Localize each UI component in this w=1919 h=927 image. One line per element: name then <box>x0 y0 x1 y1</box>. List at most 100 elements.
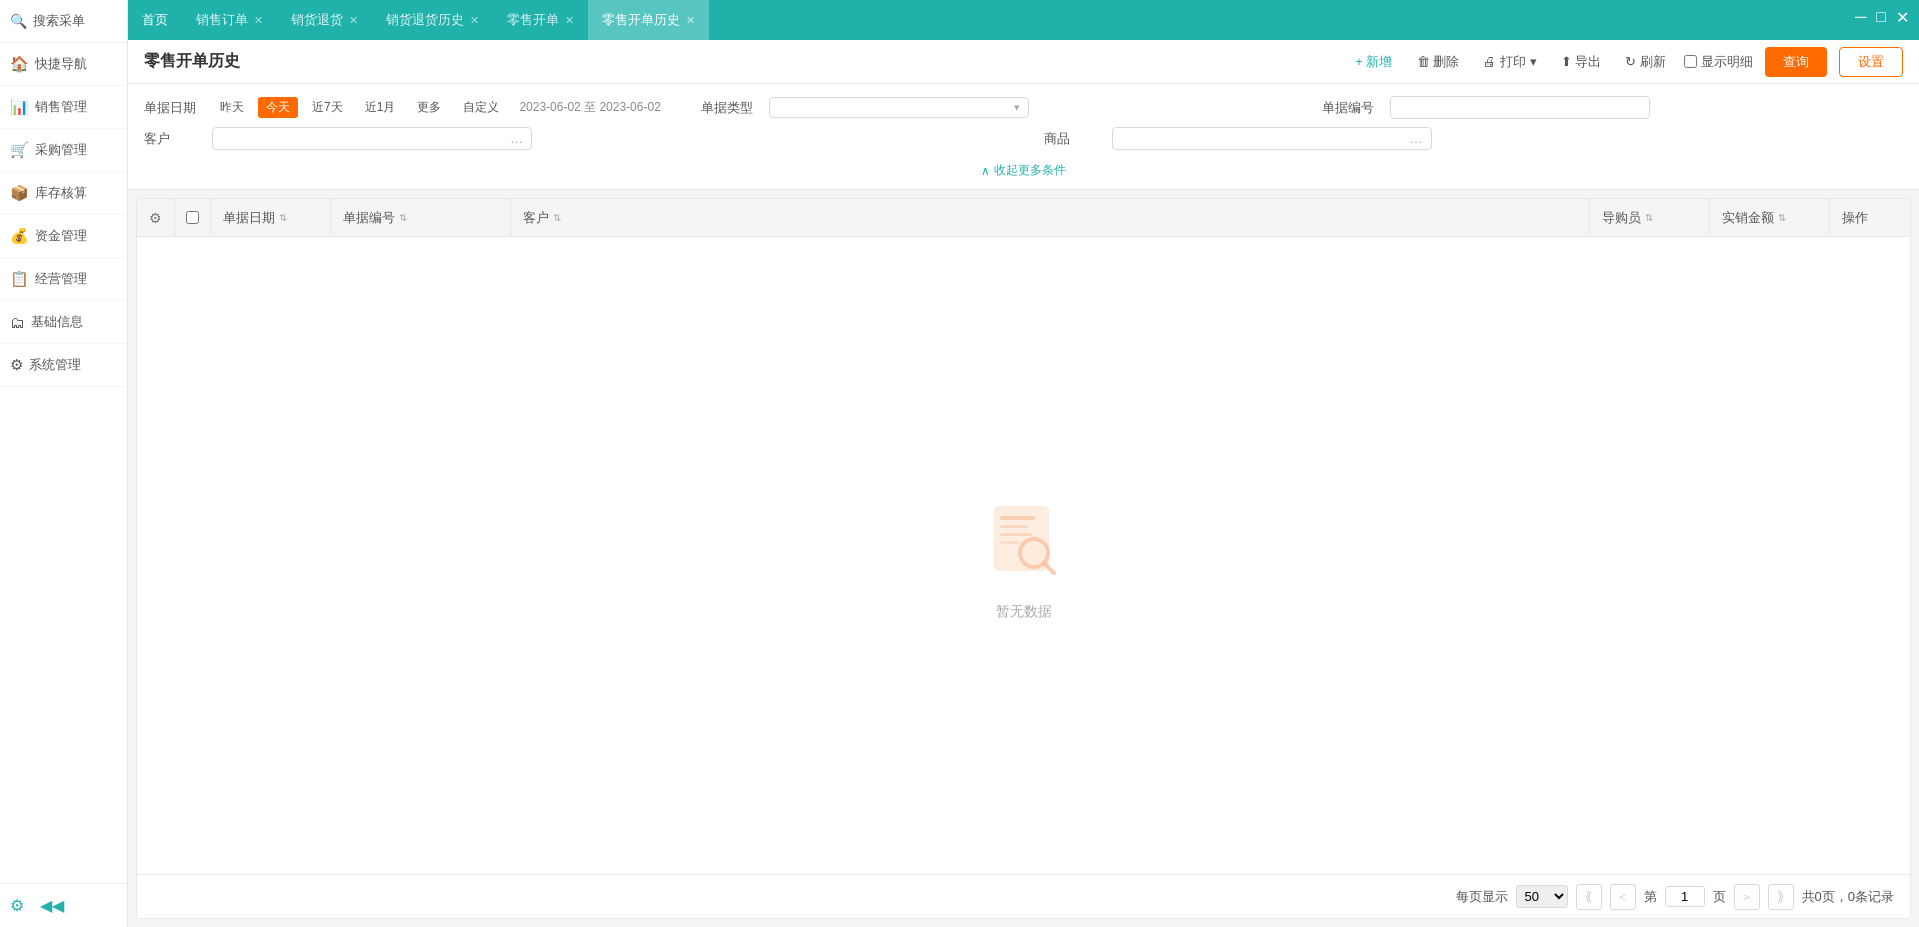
sidebar-bottom: ⚙ ◀◀ <box>0 883 127 927</box>
tab-sales-return[interactable]: 销货退货 ✕ <box>277 0 372 40</box>
collapse-sidebar-icon[interactable]: ◀◀ <box>40 896 64 915</box>
table-select-all[interactable] <box>175 199 211 237</box>
sidebar-item-label: 系统管理 <box>29 356 81 374</box>
date-btn-today[interactable]: 今天 <box>258 97 298 118</box>
svg-rect-1 <box>1000 516 1035 520</box>
add-button[interactable]: + 新增 <box>1349 49 1398 75</box>
goods-filter-ellipsis[interactable]: … <box>1410 131 1423 146</box>
table-header: ⚙ 单据日期 ⇅ 单据编号 ⇅ 客户 ⇅ 导购员 ⇅ 实销金额 <box>137 199 1910 237</box>
col-number[interactable]: 单据编号 ⇅ <box>331 199 511 237</box>
sidebar-search[interactable]: 🔍 搜索采单 <box>0 0 127 43</box>
col-customer-label: 客户 <box>523 209 549 227</box>
database-icon: 🗂 <box>10 314 25 331</box>
date-btn-7days[interactable]: 近7天 <box>304 97 351 118</box>
col-buyer[interactable]: 导购员 ⇅ <box>1590 199 1710 237</box>
col-buyer-sort: ⇅ <box>1645 212 1653 223</box>
goods-filter-input-wrap: … <box>1112 127 1432 150</box>
tab-sales-return-history[interactable]: 销货退货历史 ✕ <box>372 0 493 40</box>
goods-filter-label: 商品 <box>1044 130 1104 148</box>
display-detail-checkbox[interactable] <box>1684 55 1697 68</box>
home-icon: 🏠 <box>10 55 29 73</box>
settings-icon[interactable]: ⚙ <box>10 896 24 915</box>
num-filter-label: 单据编号 <box>1322 99 1382 117</box>
next-page-btn[interactable]: ＞ <box>1734 884 1760 910</box>
num-filter-input[interactable] <box>1399 100 1641 115</box>
sidebar-item-finance[interactable]: 💰 资金管理 <box>0 215 127 258</box>
page-number-input[interactable] <box>1665 886 1705 907</box>
customer-filter-input[interactable] <box>221 131 510 146</box>
sidebar-item-label: 采购管理 <box>35 141 87 159</box>
prev-page-btn[interactable]: ＜ <box>1610 884 1636 910</box>
empty-illustration <box>974 491 1074 591</box>
date-btn-more[interactable]: 更多 <box>409 97 449 118</box>
date-range-text: 2023-06-02 至 2023-06-02 <box>519 99 660 116</box>
sidebar-item-system-mgmt[interactable]: ⚙ 系统管理 <box>0 344 127 387</box>
customer-filter-ellipsis[interactable]: … <box>510 131 523 146</box>
svg-point-6 <box>1024 543 1044 563</box>
tab-retail-history[interactable]: 零售开单历史 ✕ <box>588 0 709 40</box>
type-select[interactable]: ▾ <box>769 97 1029 118</box>
display-detail-toggle[interactable]: 显示明细 <box>1684 53 1753 71</box>
select-all-checkbox[interactable] <box>186 211 199 224</box>
svg-rect-2 <box>1000 525 1028 528</box>
customer-filter-input-wrap: … <box>212 127 532 150</box>
window-min-btn[interactable]: ─ <box>1855 8 1866 27</box>
tab-sales-order[interactable]: 销售订单 ✕ <box>182 0 277 40</box>
last-page-btn[interactable]: ⟫ <box>1768 884 1794 910</box>
col-customer[interactable]: 客户 ⇅ <box>511 199 1590 237</box>
date-btn-yesterday[interactable]: 昨天 <box>212 97 252 118</box>
col-date[interactable]: 单据日期 ⇅ <box>211 199 331 237</box>
query-button[interactable]: 查询 <box>1765 47 1827 77</box>
sidebar-item-sales-mgmt[interactable]: 📊 销售管理 <box>0 86 127 129</box>
col-buyer-label: 导购员 <box>1602 209 1641 227</box>
sidebar-item-quick-nav[interactable]: 🏠 快捷导航 <box>0 43 127 86</box>
settings-button[interactable]: 设置 <box>1839 47 1903 77</box>
print-button[interactable]: 🖨 打印 ▾ <box>1477 49 1543 75</box>
col-amount[interactable]: 实销金额 ⇅ <box>1710 199 1830 237</box>
tab-home[interactable]: 首页 <box>128 0 182 40</box>
date-btn-1month[interactable]: 近1月 <box>357 97 404 118</box>
col-action: 操作 <box>1830 199 1910 237</box>
col-action-label: 操作 <box>1842 209 1868 227</box>
main-area: 首页 销售订单 ✕ 销货退货 ✕ 销货退货历史 ✕ 零售开单 ✕ 零售开单历史 … <box>128 0 1919 927</box>
sidebar: 🔍 搜索采单 🏠 快捷导航 📊 销售管理 🛒 采购管理 📦 库存核算 💰 资金管… <box>0 0 128 927</box>
settings-gear-icon: ⚙ <box>149 210 162 226</box>
display-detail-label: 显示明细 <box>1701 53 1753 71</box>
date-btn-custom[interactable]: 自定义 <box>455 97 507 118</box>
per-page-select[interactable]: 10 20 50 100 <box>1516 885 1568 908</box>
col-date-sort: ⇅ <box>279 212 287 223</box>
table-settings-btn[interactable]: ⚙ <box>137 199 175 237</box>
window-max-btn[interactable]: □ <box>1876 8 1886 27</box>
tab-retail-history-close[interactable]: ✕ <box>686 14 695 27</box>
last-page-icon: ⟫ <box>1777 889 1784 904</box>
tab-retail-open-close[interactable]: ✕ <box>565 14 574 27</box>
refresh-button[interactable]: ↻ 刷新 <box>1619 49 1672 75</box>
sidebar-item-base-info[interactable]: 🗂 基础信息 <box>0 301 127 344</box>
first-page-btn[interactable]: ⟪ <box>1576 884 1602 910</box>
sidebar-item-purchase-mgmt[interactable]: 🛒 采购管理 <box>0 129 127 172</box>
box-icon: 📦 <box>10 184 29 202</box>
tab-retail-open[interactable]: 零售开单 ✕ <box>493 0 588 40</box>
sidebar-item-label: 销售管理 <box>35 98 87 116</box>
tab-sales-order-close[interactable]: ✕ <box>254 14 263 27</box>
sidebar-item-inventory[interactable]: 📦 库存核算 <box>0 172 127 215</box>
first-page-icon: ⟪ <box>1585 889 1592 904</box>
tab-sales-return-label: 销货退货 <box>291 11 343 29</box>
tab-sales-return-history-label: 销货退货历史 <box>386 11 464 29</box>
prev-page-icon: ＜ <box>1616 888 1629 906</box>
tab-retail-history-label: 零售开单历史 <box>602 11 680 29</box>
window-close-btn[interactable]: ✕ <box>1896 8 1909 27</box>
type-filter-label: 单据类型 <box>701 99 761 117</box>
collapse-more-btn[interactable]: ∧ 收起更多条件 <box>144 158 1903 181</box>
export-label: ⬆ 导出 <box>1561 53 1602 71</box>
filter-area: 单据日期 昨天 今天 近7天 近1月 更多 自定义 2023-06-02 至 2… <box>128 84 1919 190</box>
table-area: ⚙ 单据日期 ⇅ 单据编号 ⇅ 客户 ⇅ 导购员 ⇅ 实销金额 <box>136 198 1911 919</box>
goods-filter-input[interactable] <box>1121 131 1410 146</box>
col-number-sort: ⇅ <box>399 212 407 223</box>
sidebar-item-operations[interactable]: 📋 经营管理 <box>0 258 127 301</box>
delete-button[interactable]: 🗑 删除 <box>1411 49 1466 75</box>
export-button[interactable]: ⬆ 导出 <box>1555 49 1608 75</box>
svg-rect-4 <box>1000 541 1020 544</box>
tab-sales-return-history-close[interactable]: ✕ <box>470 14 479 27</box>
tab-sales-return-close[interactable]: ✕ <box>349 14 358 27</box>
